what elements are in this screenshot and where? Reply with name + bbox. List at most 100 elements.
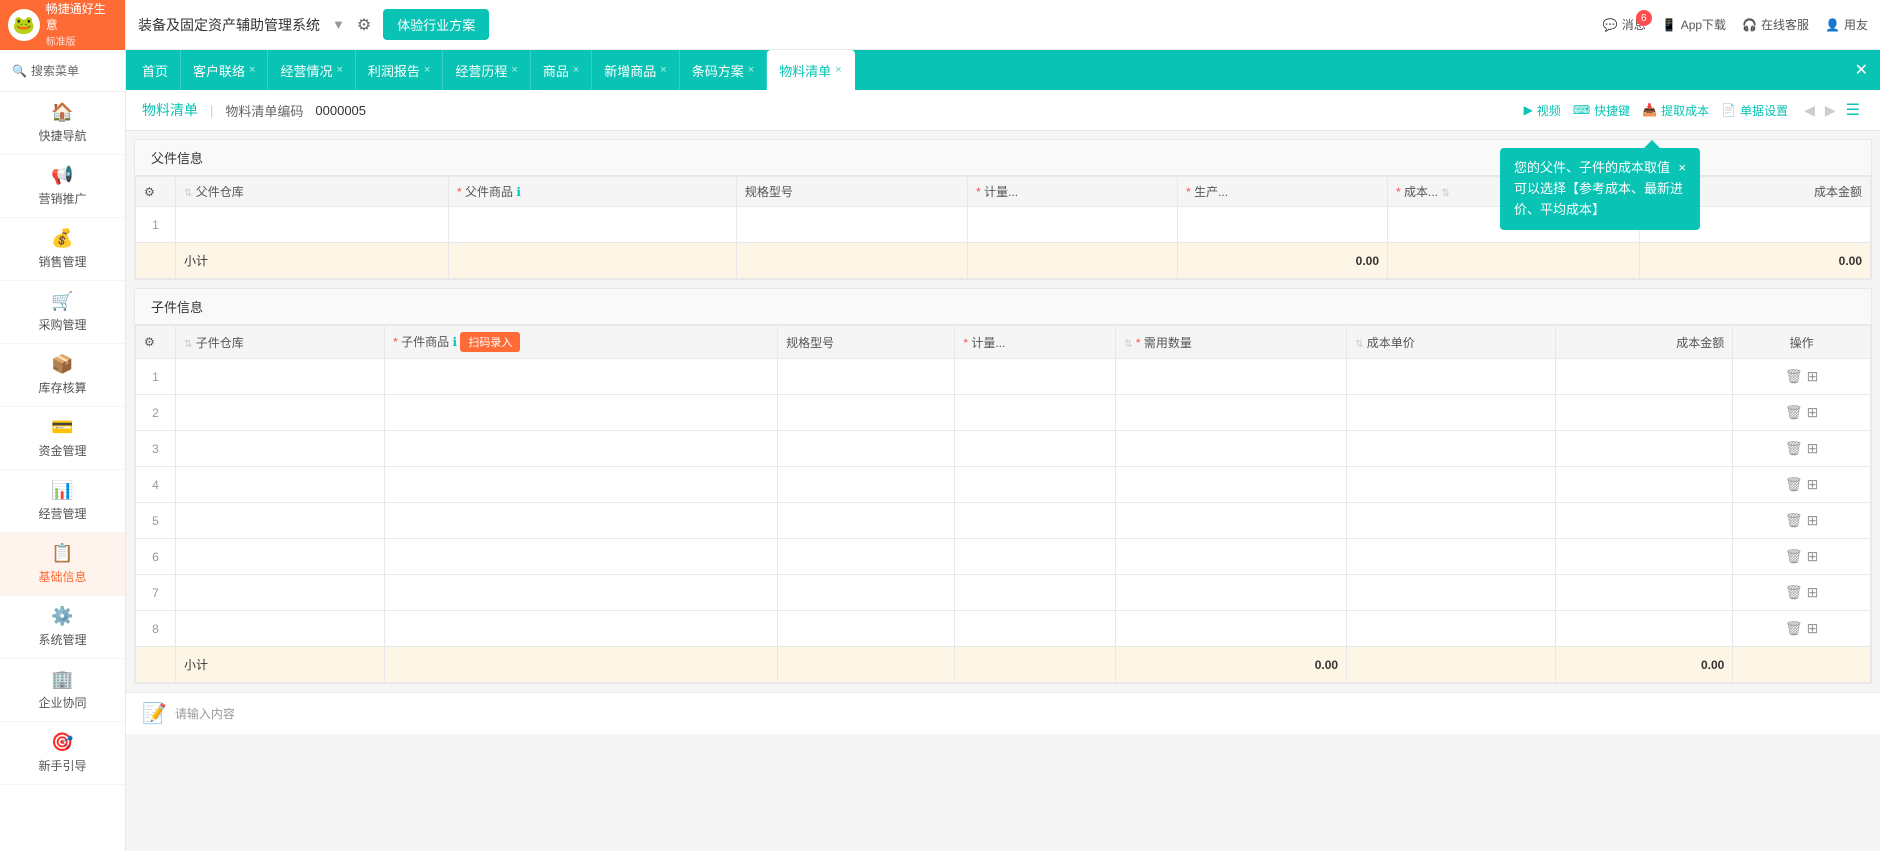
- tab-close-profit[interactable]: ×: [424, 64, 430, 76]
- child-qty-7[interactable]: [1116, 575, 1347, 611]
- tab-close-history[interactable]: ×: [511, 64, 517, 76]
- sidebar-item-purchase[interactable]: 🛒 采购管理: [0, 281, 125, 344]
- child-warehouse-5[interactable]: [176, 503, 385, 539]
- child-qty-1[interactable]: [1116, 359, 1347, 395]
- shortcut-action[interactable]: ⌨ 快捷键: [1573, 102, 1630, 119]
- tab-home[interactable]: 首页: [130, 50, 181, 90]
- tab-close-new-product[interactable]: ×: [660, 64, 666, 76]
- tab-close-product[interactable]: ×: [573, 64, 579, 76]
- child-unit-cost-8[interactable]: [1347, 611, 1556, 647]
- child-spec-7[interactable]: [778, 575, 955, 611]
- extract-cost-action[interactable]: 📥 提取成本: [1642, 102, 1709, 119]
- child-unit-cost-6[interactable]: [1347, 539, 1556, 575]
- config-icon[interactable]: ⚙: [144, 185, 155, 199]
- child-product-7[interactable]: [385, 575, 778, 611]
- gear-icon[interactable]: ⚙: [357, 15, 371, 35]
- tab-history[interactable]: 经营历程 ×: [443, 50, 530, 90]
- child-product-5[interactable]: [385, 503, 778, 539]
- copy-icon-6[interactable]: ⊞: [1807, 548, 1819, 565]
- sidebar-item-quick-nav[interactable]: 🏠 快捷导航: [0, 92, 125, 155]
- copy-icon-4[interactable]: ⊞: [1807, 476, 1819, 493]
- copy-icon-1[interactable]: ⊞: [1807, 368, 1819, 385]
- child-qty-6[interactable]: [1116, 539, 1347, 575]
- tab-profit[interactable]: 利润报告 ×: [356, 50, 443, 90]
- child-unit-6[interactable]: [955, 539, 1116, 575]
- child-qty-4[interactable]: [1116, 467, 1347, 503]
- child-unit-cost-2[interactable]: [1347, 395, 1556, 431]
- child-unit-8[interactable]: [955, 611, 1116, 647]
- copy-icon-7[interactable]: ⊞: [1807, 584, 1819, 601]
- search-menu-button[interactable]: 🔍 搜索菜单: [8, 58, 117, 83]
- online-service-button[interactable]: 🎧 在线客服: [1742, 16, 1809, 33]
- child-spec-2[interactable]: [778, 395, 955, 431]
- child-product-6[interactable]: [385, 539, 778, 575]
- child-warehouse-7[interactable]: [176, 575, 385, 611]
- app-download-button[interactable]: 📱 App下载: [1662, 16, 1726, 33]
- copy-icon-3[interactable]: ⊞: [1807, 440, 1819, 457]
- tab-new-product[interactable]: 新增商品 ×: [592, 50, 679, 90]
- sidebar-item-enterprise[interactable]: 🏢 企业协同: [0, 659, 125, 722]
- child-product-4[interactable]: [385, 467, 778, 503]
- parent-unit-cell[interactable]: [968, 207, 1178, 243]
- child-spec-4[interactable]: [778, 467, 955, 503]
- tab-bom[interactable]: 物料清单 ×: [767, 50, 854, 90]
- tooltip-close-button[interactable]: ×: [1678, 158, 1686, 179]
- tab-barcode[interactable]: 条码方案 ×: [680, 50, 767, 90]
- tab-close-ops[interactable]: ×: [336, 64, 342, 76]
- child-product-1[interactable]: [385, 359, 778, 395]
- child-warehouse-1[interactable]: [176, 359, 385, 395]
- sort-icon[interactable]: ⇅: [184, 188, 192, 199]
- delete-icon-6[interactable]: 🗑: [1785, 548, 1803, 565]
- child-unit-cost-4[interactable]: [1347, 467, 1556, 503]
- list-view-icon[interactable]: ☰: [1842, 98, 1864, 122]
- parent-warehouse-cell[interactable]: [176, 207, 449, 243]
- child-product-2[interactable]: [385, 395, 778, 431]
- child-spec-8[interactable]: [778, 611, 955, 647]
- copy-icon-5[interactable]: ⊞: [1807, 512, 1819, 529]
- user-button[interactable]: 👤 用友: [1825, 16, 1868, 33]
- child-warehouse-3[interactable]: [176, 431, 385, 467]
- parent-production-cell[interactable]: [1178, 207, 1388, 243]
- delete-icon-5[interactable]: 🗑: [1785, 512, 1803, 529]
- delete-icon-4[interactable]: 🗑: [1785, 476, 1803, 493]
- sidebar-item-finance[interactable]: 💳 资金管理: [0, 407, 125, 470]
- message-button[interactable]: 💬 消息 6: [1603, 16, 1646, 33]
- next-arrow[interactable]: ▶: [1821, 100, 1840, 121]
- tab-close-barcode[interactable]: ×: [748, 64, 754, 76]
- tab-operations-status[interactable]: 经营情况 ×: [268, 50, 355, 90]
- delete-icon-1[interactable]: 🗑: [1785, 368, 1803, 385]
- dropdown-icon[interactable]: ▼: [332, 17, 345, 32]
- child-sort-icon-3[interactable]: ⇅: [1355, 339, 1363, 350]
- child-product-8[interactable]: [385, 611, 778, 647]
- child-spec-3[interactable]: [778, 431, 955, 467]
- delete-icon-7[interactable]: 🗑: [1785, 584, 1803, 601]
- child-qty-5[interactable]: [1116, 503, 1347, 539]
- child-config-icon[interactable]: ⚙: [144, 335, 155, 349]
- child-spec-6[interactable]: [778, 539, 955, 575]
- sidebar-item-newbie[interactable]: 🎯 新手引导: [0, 722, 125, 785]
- child-warehouse-6[interactable]: [176, 539, 385, 575]
- tab-close-customer[interactable]: ×: [249, 64, 255, 76]
- child-qty-2[interactable]: [1116, 395, 1347, 431]
- sidebar-item-inventory[interactable]: 📦 库存核算: [0, 344, 125, 407]
- parent-spec-cell[interactable]: [736, 207, 967, 243]
- child-qty-8[interactable]: [1116, 611, 1347, 647]
- child-product-3[interactable]: [385, 431, 778, 467]
- child-help-icon[interactable]: ℹ: [452, 335, 457, 349]
- delete-icon-2[interactable]: 🗑: [1785, 404, 1803, 421]
- child-spec-1[interactable]: [778, 359, 955, 395]
- sidebar-item-marketing[interactable]: 📢 营销推广: [0, 155, 125, 218]
- tab-customer[interactable]: 客户联络 ×: [181, 50, 268, 90]
- sidebar-item-sales[interactable]: 💰 销售管理: [0, 218, 125, 281]
- trial-button[interactable]: 体验行业方案: [383, 9, 489, 40]
- bottom-placeholder-text[interactable]: 请输入内容: [175, 705, 235, 722]
- tab-product[interactable]: 商品 ×: [531, 50, 592, 90]
- sort-icon-2[interactable]: ⇅: [1441, 188, 1449, 199]
- child-unit-cost-5[interactable]: [1347, 503, 1556, 539]
- child-unit-4[interactable]: [955, 467, 1116, 503]
- global-close-icon[interactable]: ✕: [1847, 60, 1876, 80]
- sidebar-search-area[interactable]: 🔍 搜索菜单: [0, 50, 125, 92]
- child-unit-cost-1[interactable]: [1347, 359, 1556, 395]
- child-warehouse-4[interactable]: [176, 467, 385, 503]
- sidebar-item-basic-info[interactable]: 📋 基础信息: [0, 533, 125, 596]
